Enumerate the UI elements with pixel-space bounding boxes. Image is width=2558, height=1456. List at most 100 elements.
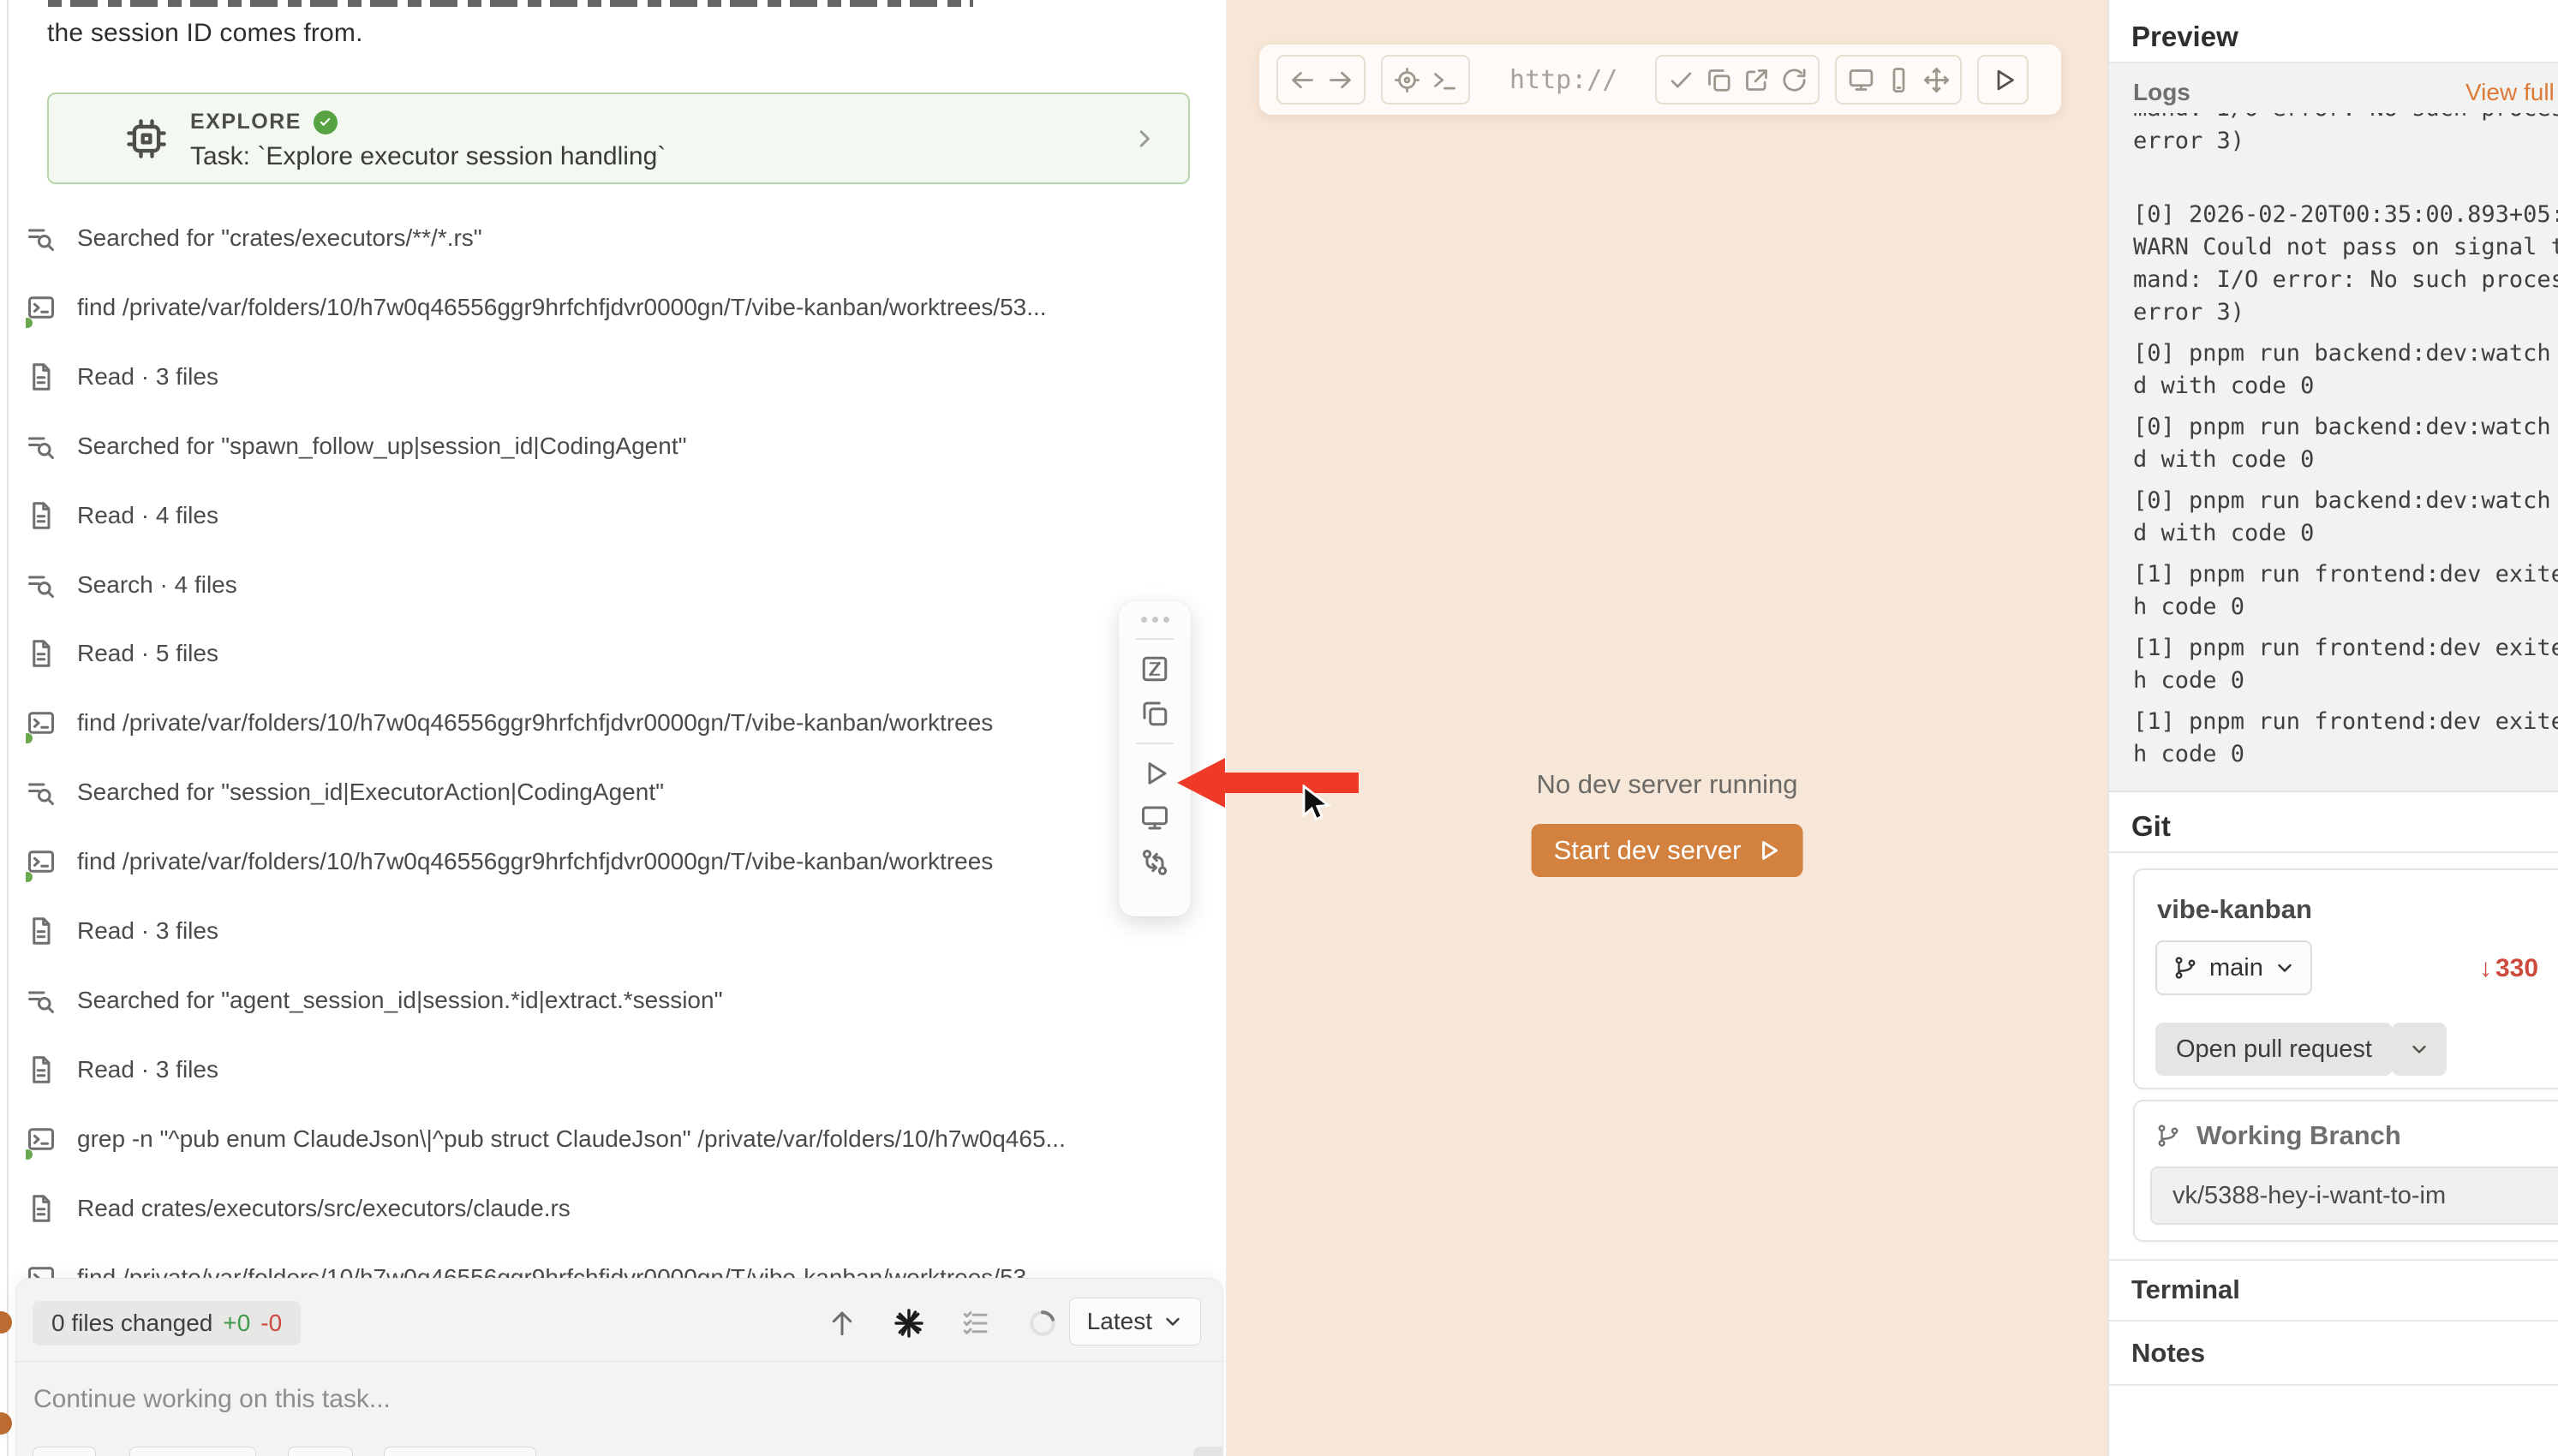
divider	[2109, 1259, 2558, 1261]
start-dev-server-button[interactable]: Start dev server	[1531, 824, 1803, 877]
files-changed-badge[interactable]: 0 files changed +0 -0	[33, 1301, 302, 1346]
tool-call-row[interactable]: Read · 5 files	[26, 633, 1216, 674]
open-pull-request-button[interactable]: Open pull request	[2155, 1023, 2393, 1076]
pr-options-dropdown[interactable]	[2392, 1023, 2447, 1076]
arrow-left-icon[interactable]	[1283, 59, 1321, 100]
git-compare-icon[interactable]	[1131, 840, 1179, 885]
panel-resize-handle[interactable]	[7, 0, 9, 1456]
status-dot	[26, 318, 33, 328]
working-branch-field[interactable]: vk/5388-hey-i-want-to-im	[2150, 1167, 2558, 1225]
tool-call-row[interactable]: find /private/var/folders/10/h7w0q46556g…	[26, 287, 1216, 328]
cut-button[interactable]	[384, 1447, 536, 1456]
log-line: [0] pnpm run backend:dev:watch ex	[2133, 340, 2558, 367]
status-dot	[26, 733, 33, 743]
tool-call-row[interactable]: Search · 4 files	[26, 564, 1216, 606]
check-icon[interactable]	[1662, 59, 1700, 100]
edge-dot	[0, 1412, 12, 1435]
task-card-label: EXPLORE	[190, 110, 302, 134]
spinner-icon[interactable]	[1025, 1306, 1060, 1340]
open-pull-request-label: Open pull request	[2176, 1035, 2372, 1063]
log-output[interactable]: mand: I/O error: No such process error 3)…	[2133, 113, 2558, 779]
mobile-icon[interactable]	[1880, 59, 1917, 100]
file-icon	[26, 1054, 57, 1085]
tool-call-row[interactable]: Searched for "session_id|ExecutorAction|…	[26, 772, 1216, 813]
search-icon	[26, 777, 57, 808]
log-line: WARN Could not pass on signal to	[2133, 234, 2558, 260]
branch-select[interactable]: main	[2155, 940, 2312, 995]
copy-icon[interactable]	[1131, 691, 1179, 736]
tool-call-text: Read · 4 files	[77, 502, 218, 528]
desktop-icon[interactable]	[1842, 59, 1880, 100]
message-input[interactable]: Continue working on this task...	[33, 1385, 391, 1414]
log-line: d with code 0	[2133, 373, 2315, 399]
url-input[interactable]: http://	[1509, 65, 1617, 95]
terminal-section-title[interactable]: Terminal	[2131, 1274, 2240, 1305]
log-entry: [1] pnpm run frontend:dev exited h code 0	[2133, 632, 2558, 697]
logs-section: Logs View full l mand: I/O error: No suc…	[2109, 63, 2558, 792]
cut-button[interactable]	[288, 1447, 353, 1456]
tool-call-text: find /private/var/folders/10/h7w0q46556g…	[77, 294, 1047, 320]
tool-call-row[interactable]: Searched for "agent_session_id|session.*…	[26, 980, 1216, 1021]
locate-icon[interactable]	[1388, 59, 1425, 100]
play-icon[interactable]	[1131, 751, 1179, 796]
tool-call-row[interactable]: Searched for "crates/executors/**/*.rs"	[26, 218, 1216, 259]
log-entry: [1] pnpm run frontend:dev exited h code 0	[2133, 558, 2558, 624]
app-window: the session ID comes from. EXPLORE Task:…	[0, 0, 2558, 1456]
divider	[2109, 1384, 2558, 1386]
tool-call-text: find /private/var/folders/10/h7w0q46556g…	[77, 709, 994, 736]
cut-button[interactable]	[1193, 1447, 1222, 1456]
slash-square-icon[interactable]	[1131, 647, 1179, 691]
terminal-icon	[26, 846, 57, 882]
additions-count: +0	[223, 1310, 251, 1336]
log-line: [0] pnpm run backend:dev:watch ex	[2133, 487, 2558, 514]
file-icon	[26, 916, 57, 946]
chevron-down-icon	[1162, 1311, 1183, 1332]
prompt-icon[interactable]	[1425, 59, 1463, 100]
tool-call-text: Searched for "spawn_follow_up|session_id…	[77, 433, 687, 459]
tool-call-row[interactable]: Read · 3 files	[26, 910, 1216, 952]
cut-button[interactable]	[33, 1447, 96, 1456]
terminal-icon	[26, 1124, 57, 1160]
tool-call-row[interactable]: Read crates/executors/src/executors/clau…	[26, 1188, 1216, 1229]
arrow-up-icon[interactable]	[825, 1306, 859, 1340]
refresh-icon[interactable]	[1775, 59, 1813, 100]
tool-call-row[interactable]: Searched for "spawn_follow_up|session_id…	[26, 426, 1216, 467]
drag-handle-icon[interactable]	[1140, 617, 1169, 623]
divider	[1136, 638, 1174, 640]
chevron-right-icon[interactable]	[1132, 126, 1157, 152]
play-icon	[1754, 838, 1780, 863]
tool-call-text: Read · 3 files	[77, 917, 218, 944]
tool-call-row[interactable]: Read · 3 files	[26, 1049, 1216, 1090]
checklist-icon[interactable]	[959, 1306, 993, 1340]
tool-call-row[interactable]: Read · 3 files	[26, 356, 1216, 397]
move-icon[interactable]	[1917, 59, 1955, 100]
log-line: [1] pnpm run frontend:dev exited	[2133, 708, 2558, 735]
log-line: h code 0	[2133, 741, 2245, 767]
tool-call-row[interactable]: grep -n "^pub enum ClaudeJson\|^pub stru…	[26, 1119, 1216, 1160]
notes-section-title[interactable]: Notes	[2131, 1338, 2205, 1369]
explore-task-card[interactable]: EXPLORE Task: `Explore executor session …	[47, 92, 1190, 184]
view-full-logs-link[interactable]: View full l	[2465, 79, 2558, 106]
tool-call-row[interactable]: find /private/var/folders/10/h7w0q46556g…	[26, 841, 1216, 882]
repo-name: vibe-kanban	[2157, 894, 2312, 924]
tool-call-text: Read crates/executors/src/executors/clau…	[77, 1195, 571, 1221]
arrow-down-icon: ↓	[2479, 954, 2492, 982]
play-icon[interactable]	[1984, 59, 2022, 100]
cut-button[interactable]	[129, 1447, 256, 1456]
latest-dropdown[interactable]: Latest	[1068, 1298, 1201, 1346]
burst-icon[interactable]	[892, 1306, 926, 1340]
external-link-icon[interactable]	[1737, 59, 1775, 100]
tool-call-row[interactable]: find /private/var/folders/10/h7w0q46556g…	[26, 702, 1216, 743]
search-icon	[26, 431, 57, 462]
play-group	[1977, 55, 2029, 104]
tools-group	[1381, 55, 1470, 104]
files-changed-label: 0 files changed	[51, 1310, 213, 1336]
tool-call-text: Search · 4 files	[77, 571, 237, 598]
copy-icon[interactable]	[1700, 59, 1737, 100]
composer-footer: 0 files changed +0 -0 Latest Continue wo…	[15, 1278, 1223, 1456]
arrow-right-icon[interactable]	[1321, 59, 1359, 100]
monitor-icon[interactable]	[1131, 796, 1179, 840]
branch-name: main	[2209, 953, 2263, 982]
chevron-down-icon	[2409, 1039, 2430, 1059]
tool-call-row[interactable]: Read · 4 files	[26, 495, 1216, 536]
